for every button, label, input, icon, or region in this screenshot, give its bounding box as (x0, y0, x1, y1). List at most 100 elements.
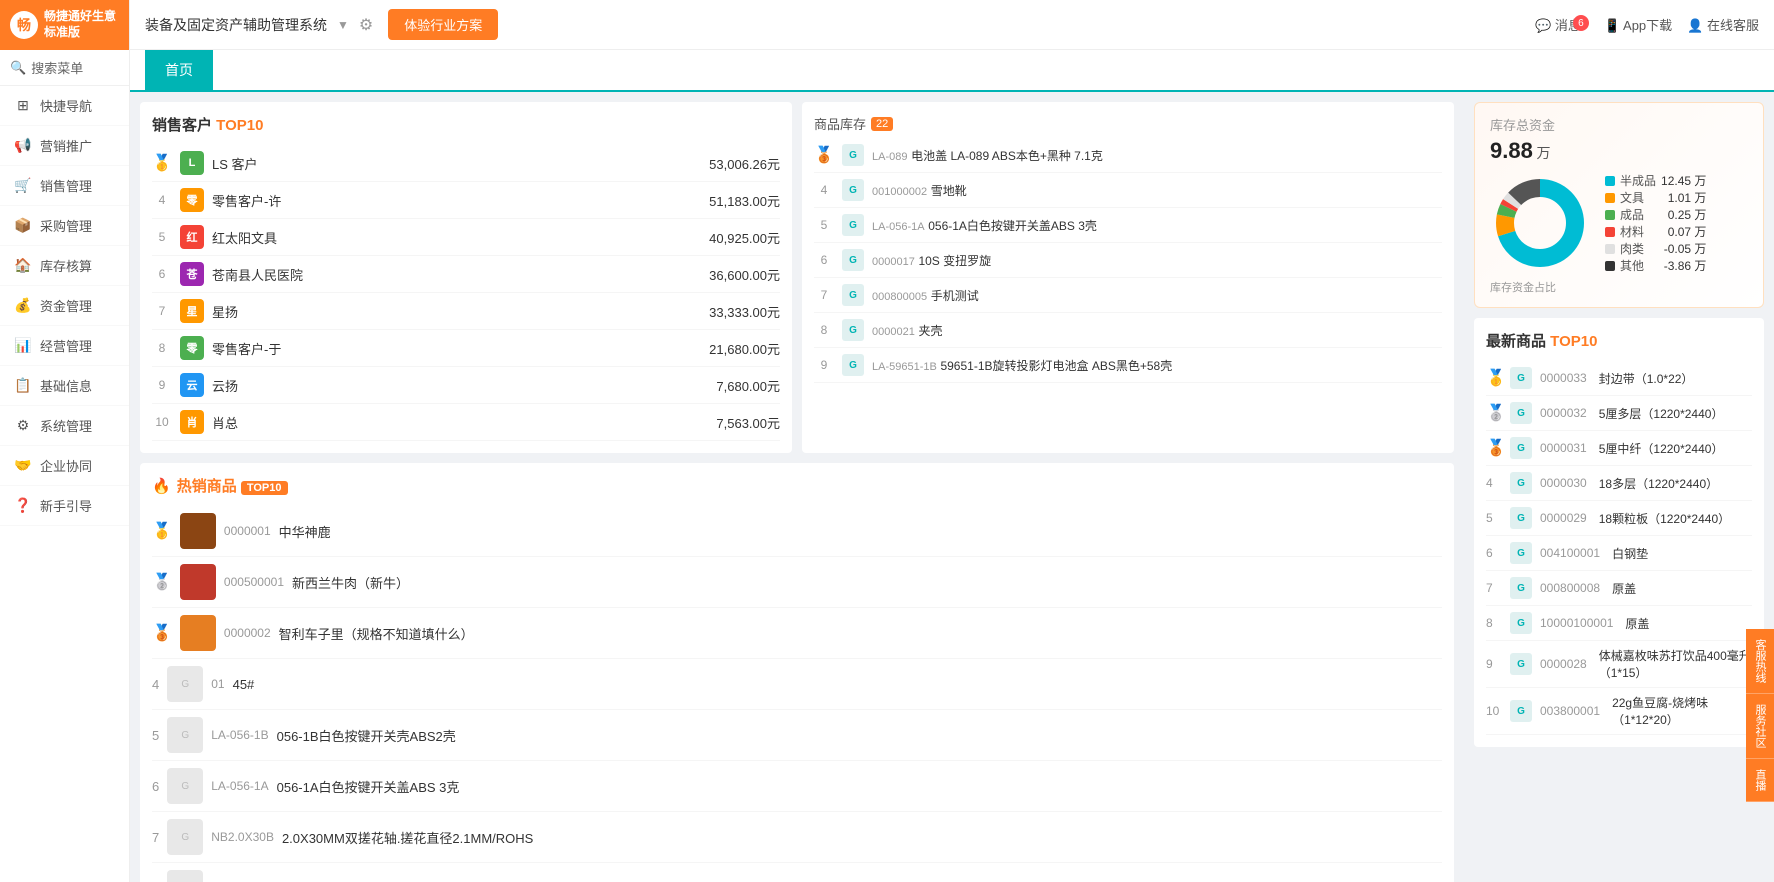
hot-products-title: 🔥 热销商品 TOP10 (152, 475, 1442, 496)
app-logo[interactable]: 畅 畅捷通好生意 标准版 (0, 0, 129, 50)
customer-rank-row: 6 苍 苍南县人民医院 36,600.00元 (152, 256, 780, 293)
np-rank: 5 (1486, 511, 1502, 525)
np-rank: 🥈 (1486, 403, 1502, 423)
legend-value: 12.45 万 (1661, 172, 1706, 189)
np-rank: 7 (1486, 581, 1502, 595)
search-menu[interactable]: 🔍 搜索菜单 (0, 50, 129, 86)
hot-product-code: LA-056-1B (211, 728, 268, 742)
sidebar-item-operations[interactable]: 📊经营管理 (0, 326, 129, 366)
customer-rank-row: 🥇 L LS 客户 53,006.26元 (152, 145, 780, 182)
sidebar-item-quick-nav[interactable]: ⊞快捷导航 (0, 86, 129, 126)
legend-item: 成品 0.25 万 (1605, 206, 1706, 223)
hot-product-row: 5 G LA-056-1B 056-1B白色按键开关壳ABS2壳 (152, 710, 1442, 761)
rank-num: 🥇 (152, 153, 172, 173)
rank-num: 7 (152, 304, 172, 318)
sidebar-icon-finance: 💰 (14, 297, 32, 314)
sidebar-item-marketing[interactable]: 📢营销推广 (0, 126, 129, 166)
legend-dot (1605, 227, 1615, 237)
float-btn-live[interactable]: 直播 (1746, 759, 1774, 802)
customers-title-text: 销售客户 TOP10 (152, 114, 263, 135)
legend-value: 0.07 万 (1668, 223, 1707, 240)
customer-rank-row: 9 云 云扬 7,680.00元 (152, 367, 780, 404)
new-product-row: 🥈 G 0000032 5厘多层（1220*2440） (1486, 396, 1752, 431)
sidebar-item-sales[interactable]: 🛒 销售管理 (0, 166, 129, 206)
chart-subtitle: 库存资金占比 (1490, 279, 1748, 295)
inventory-rank-card: 商品库存 22 🥉 G LA-089 电池盖 LA-089 ABS本色+黑种 7… (802, 102, 1454, 453)
np-img: G (1510, 577, 1532, 599)
message-area[interactable]: 💬 消息6 (1535, 15, 1589, 34)
sidebar-item-inventory[interactable]: 🏠库存核算 (0, 246, 129, 286)
inventory-value: 9.88 (1490, 138, 1533, 163)
sidebar-icon-sales: 🛒 (14, 177, 32, 194)
sidebar-label-operations: 经营管理 (40, 336, 92, 355)
hot-products-card: 🔥 热销商品 TOP10 🥇 0000001 中华神鹿 🥈 000500001 … (140, 463, 1454, 882)
sidebar-item-purchase[interactable]: 📦采购管理 (0, 206, 129, 246)
np-name: 5厘中纤（1220*2440） (1599, 440, 1724, 457)
legend-value: -0.05 万 (1664, 240, 1707, 257)
hot-product-img: G (167, 666, 203, 702)
legend-label: 材料 (1620, 223, 1663, 240)
np-code: 0000030 (1540, 476, 1587, 490)
settings-icon[interactable]: ⚙ (359, 15, 373, 35)
dropdown-arrow-icon[interactable]: ▼ (337, 18, 349, 32)
customers-top10-card: 销售客户 TOP10 🥇 L LS 客户 53,006.26元 4 零 零售客户… (140, 102, 792, 453)
product-img-placeholder: G (842, 354, 864, 376)
customer-value: 7,563.00元 (716, 413, 780, 432)
np-img: G (1510, 653, 1532, 675)
sidebar-item-finance[interactable]: 💰资金管理 (0, 286, 129, 326)
donut-legend: 半成品 12.45 万 文具 1.01 万 成品 0.25 万 材料 0.07 … (1605, 172, 1706, 274)
topbar: 装备及固定资产辅助管理系统 ▼ ⚙ 体验行业方案 💬 消息6 📱 App下载 👤… (130, 0, 1774, 50)
customer-name: 云扬 (212, 376, 708, 395)
sidebar-icon-enterprise: 🤝 (14, 457, 32, 474)
sidebar-item-guide[interactable]: ❓新手引导 (0, 486, 129, 526)
hot-product-img (180, 564, 216, 600)
app-download[interactable]: 📱 App下载 (1604, 15, 1672, 34)
hot-rank-num: 7 (152, 830, 159, 845)
customer-name: 零售客户-于 (212, 339, 701, 358)
donut-chart (1490, 173, 1590, 273)
sidebar-label-sales: 销售管理 (40, 176, 92, 195)
sidebar-item-enterprise[interactable]: 🤝企业协同 (0, 446, 129, 486)
trial-button[interactable]: 体验行业方案 (388, 9, 498, 40)
inv-product-info: LA-59651-1B 59651-1B旋转投影灯电池盒 ABS黑色+58壳 (872, 357, 1172, 374)
search-label: 搜索菜单 (31, 58, 83, 77)
legend-value: 1.01 万 (1668, 189, 1707, 206)
topbar-right: 💬 消息6 📱 App下载 👤 在线客服 (1535, 15, 1759, 34)
float-btn-community[interactable]: 服务社区 (1746, 694, 1774, 759)
new-product-row: 🥇 G 0000033 封边带（1.0*22） (1486, 361, 1752, 396)
top-section: 销售客户 TOP10 🥇 L LS 客户 53,006.26元 4 零 零售客户… (140, 102, 1454, 453)
sidebar-item-system[interactable]: ⚙系统管理 (0, 406, 129, 446)
new-product-row: 4 G 0000030 18多层（1220*2440） (1486, 466, 1752, 501)
legend-dot (1605, 244, 1615, 254)
np-img: G (1510, 542, 1532, 564)
home-tab[interactable]: 首页 (145, 50, 213, 90)
legend-label: 其他 (1620, 257, 1659, 274)
customer-value: 36,600.00元 (709, 265, 780, 284)
rank-num: 9 (814, 358, 834, 372)
hot-product-img: G (167, 717, 203, 753)
np-img: G (1510, 402, 1532, 424)
np-img: G (1510, 612, 1532, 634)
sidebar-label-quick-nav: 快捷导航 (40, 96, 92, 115)
logo-icon: 畅 (10, 11, 38, 39)
inventory-finance-title: 库存总资金 (1490, 115, 1555, 134)
legend-dot (1605, 210, 1615, 220)
inventory-rank-row: 4 G 001000002 雪地靴 (814, 173, 1442, 208)
customer-value: 33,333.00元 (709, 302, 780, 321)
customer-badge: 星 (180, 299, 204, 323)
legend-dot (1605, 176, 1615, 186)
customer-name: LS 客户 (212, 154, 701, 173)
customer-badge: 云 (180, 373, 204, 397)
product-img-placeholder: G (842, 249, 864, 271)
inventory-rank-row: 7 G 000800005 手机测试 (814, 278, 1442, 313)
np-name: 白钢垫 (1612, 545, 1648, 562)
sidebar-item-basic[interactable]: 📋基础信息 (0, 366, 129, 406)
np-rank: 10 (1486, 704, 1502, 718)
online-service[interactable]: 👤 在线客服 (1687, 15, 1759, 34)
np-rank: 9 (1486, 657, 1502, 671)
legend-value: 0.25 万 (1668, 206, 1707, 223)
float-btn-service[interactable]: 客服热线 (1746, 629, 1774, 694)
customers-title: 销售客户 TOP10 (152, 114, 780, 135)
np-code: 004100001 (1540, 546, 1600, 560)
np-code: 0000028 (1540, 657, 1587, 671)
